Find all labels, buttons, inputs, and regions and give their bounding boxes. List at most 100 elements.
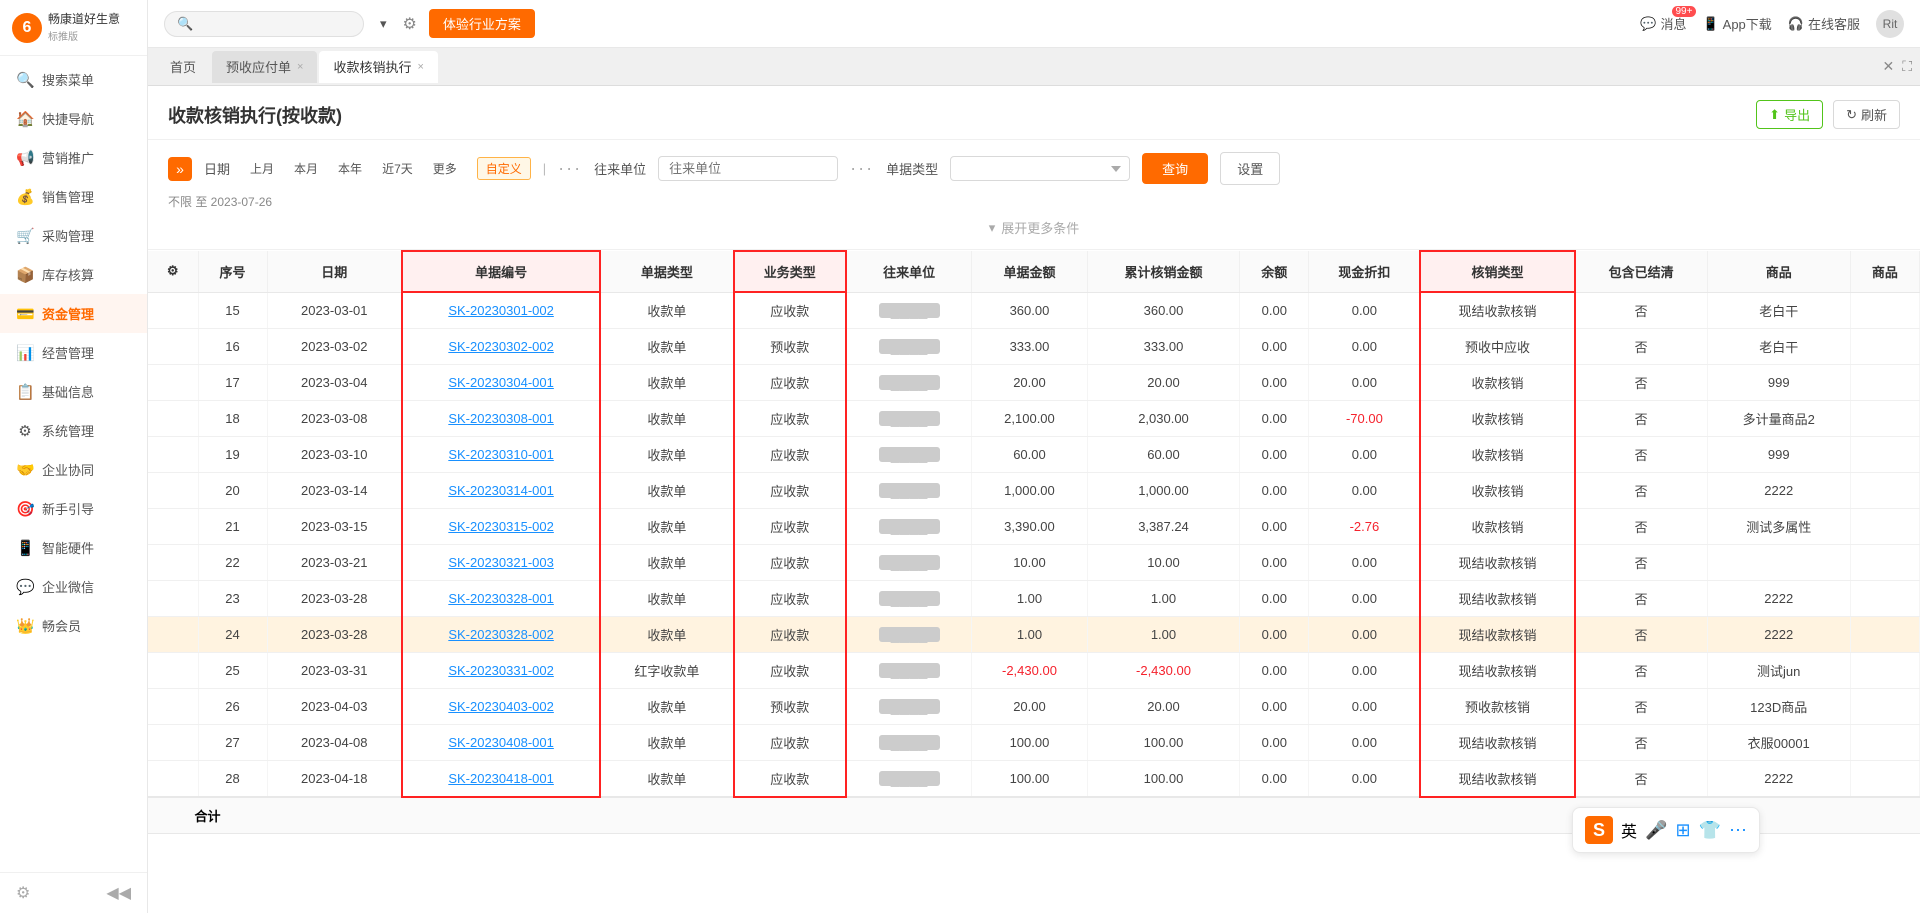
row-doc-no-cell[interactable]: SK-20230403-002: [402, 689, 600, 725]
row-amount-cell: -2,430.00: [972, 653, 1088, 689]
expand-more-row[interactable]: ▾ 展开更多条件: [168, 218, 1900, 237]
row-cash-discount-cell: 0.00: [1309, 761, 1421, 798]
row-doc-no-cell[interactable]: SK-20230321-003: [402, 545, 600, 581]
row-amount-cell: 333.00: [972, 329, 1088, 365]
doc-no-link[interactable]: SK-20230328-001: [448, 591, 554, 606]
sidebar-item-corp-coop[interactable]: 🤝企业协同: [0, 450, 147, 489]
user-avatar[interactable]: Rit: [1876, 10, 1904, 38]
row-amount-cell: 20.00: [972, 365, 1088, 401]
row-cash-discount-cell: 0.00: [1309, 617, 1421, 653]
settings-col-header[interactable]: ⚙: [148, 251, 198, 292]
doc-no-link[interactable]: SK-20230321-003: [448, 555, 554, 570]
date-btn-更多[interactable]: 更多: [425, 158, 465, 179]
row-writeoff-amount-cell: 3,387.24: [1087, 509, 1240, 545]
doc-no-link[interactable]: SK-20230315-002: [448, 519, 554, 534]
date-btn-上月[interactable]: 上月: [242, 158, 282, 179]
row-biz-type-cell: 应收款: [734, 581, 846, 617]
tab-home[interactable]: 首页: [156, 51, 210, 83]
doc-no-link[interactable]: SK-20230301-002: [448, 303, 554, 318]
sidebar-item-smart-hw[interactable]: 📱智能硬件: [0, 528, 147, 567]
row-date-cell: 2023-03-02: [267, 329, 402, 365]
sidebar-item-sales-mgmt[interactable]: 💰销售管理: [0, 177, 147, 216]
topbar-dropdown[interactable]: ▾: [376, 16, 387, 32]
app-download-button[interactable]: 📱 App下载: [1702, 14, 1771, 33]
voucher-type-select[interactable]: 收款单 红字收款单: [950, 156, 1130, 181]
sidebar-item-inventory[interactable]: 📦库存核算: [0, 255, 147, 294]
writeoff-type-col-header: 核销类型: [1420, 251, 1574, 292]
row-doc-type-cell: 收款单: [600, 545, 733, 581]
tab-close-prepay[interactable]: ×: [297, 61, 303, 73]
sales-mgmt-icon: 💰: [16, 188, 34, 206]
sidebar-item-marketing[interactable]: 📢营销推广: [0, 138, 147, 177]
row-writeoff-type-cell: 预收款核销: [1420, 689, 1574, 725]
row-writeoff-type-cell: 收款核销: [1420, 437, 1574, 473]
custom-date-button[interactable]: 自定义: [477, 157, 531, 180]
doc-no-link[interactable]: SK-20230328-002: [448, 627, 554, 642]
row-doc-no-cell[interactable]: SK-20230328-002: [402, 617, 600, 653]
sidebar-item-basic-info[interactable]: 📋基础信息: [0, 372, 147, 411]
export-button[interactable]: ⬆ 导出: [1756, 100, 1823, 129]
doc-no-link[interactable]: SK-20230304-001: [448, 375, 554, 390]
sidebar-item-search-menu[interactable]: 🔍搜索菜单: [0, 60, 147, 99]
sidebar-item-new-guide[interactable]: 🎯新手引导: [0, 489, 147, 528]
row-product-cell: 测试jun: [1707, 653, 1850, 689]
table-row: 15 2023-03-01 SK-20230301-002 收款单 应收款 ██…: [148, 292, 1920, 329]
doc-no-link[interactable]: SK-20230418-001: [448, 771, 554, 786]
counterparty-value: ████: [879, 303, 940, 318]
filter-expand-button[interactable]: »: [168, 157, 192, 181]
doc-no-link[interactable]: SK-20230302-002: [448, 339, 554, 354]
doc-no-link[interactable]: SK-20230308-001: [448, 411, 554, 426]
sidebar-item-quick-nav[interactable]: 🏠快捷导航: [0, 99, 147, 138]
sidebar-item-sys-mgmt[interactable]: ⚙系统管理: [0, 411, 147, 450]
date-filter-label: 日期: [204, 159, 230, 178]
doc-no-link[interactable]: SK-20230408-001: [448, 735, 554, 750]
row-doc-no-cell[interactable]: SK-20230315-002: [402, 509, 600, 545]
counterparty-col-header: 往来单位: [846, 251, 972, 292]
row-amount-cell: 20.00: [972, 689, 1088, 725]
settings-button[interactable]: 设置: [1220, 152, 1280, 185]
query-button[interactable]: 查询: [1142, 153, 1208, 184]
row-biz-type-cell: 应收款: [734, 365, 846, 401]
tab-close-writeoff[interactable]: ×: [417, 61, 423, 73]
row-doc-no-cell[interactable]: SK-20230308-001: [402, 401, 600, 437]
settings-footer-icon[interactable]: ⚙: [16, 883, 30, 903]
refresh-button[interactable]: ↻ 刷新: [1833, 100, 1900, 129]
counterparty-input[interactable]: [658, 156, 838, 181]
row-doc-no-cell[interactable]: SK-20230301-002: [402, 292, 600, 329]
row-doc-no-cell[interactable]: SK-20230328-001: [402, 581, 600, 617]
topbar-search[interactable]: 🔍: [164, 11, 364, 37]
date-btn-本年[interactable]: 本年: [330, 158, 370, 179]
date-btn-本月[interactable]: 本月: [286, 158, 326, 179]
tab-maximize-button[interactable]: ⛶: [1902, 58, 1912, 75]
doc-no-link[interactable]: SK-20230310-001: [448, 447, 554, 462]
tab-writeoff[interactable]: 收款核销执行×: [319, 51, 437, 83]
sidebar-item-finance-mgmt[interactable]: 💳资金管理: [0, 294, 147, 333]
doc-no-link[interactable]: SK-20230314-001: [448, 483, 554, 498]
row-doc-no-cell[interactable]: SK-20230314-001: [402, 473, 600, 509]
sidebar-item-ops-mgmt[interactable]: 📊经营管理: [0, 333, 147, 372]
tab-close-window-button[interactable]: ✕: [1882, 58, 1894, 75]
row-doc-no-cell[interactable]: SK-20230418-001: [402, 761, 600, 798]
row-doc-no-cell[interactable]: SK-20230331-002: [402, 653, 600, 689]
row-doc-no-cell[interactable]: SK-20230304-001: [402, 365, 600, 401]
collapse-icon[interactable]: ◀◀: [106, 883, 131, 903]
online-service-button[interactable]: 🎧 在线客服: [1788, 14, 1860, 33]
row-doc-no-cell[interactable]: SK-20230310-001: [402, 437, 600, 473]
sidebar-item-corp-wechat[interactable]: 💬企业微信: [0, 567, 147, 606]
row-doc-no-cell[interactable]: SK-20230302-002: [402, 329, 600, 365]
industry-solution-button[interactable]: 体验行业方案: [429, 9, 535, 38]
doc-no-link[interactable]: SK-20230403-002: [448, 699, 554, 714]
headset-icon: 🎧: [1788, 16, 1804, 32]
row-cash-discount-cell: 0.00: [1309, 329, 1421, 365]
row-biz-type-cell: 应收款: [734, 617, 846, 653]
message-button[interactable]: 💬 消息 99+: [1640, 14, 1686, 33]
sidebar-item-purchase-mgmt[interactable]: 🛒采购管理: [0, 216, 147, 255]
row-doc-no-cell[interactable]: SK-20230408-001: [402, 725, 600, 761]
doc-no-link[interactable]: SK-20230331-002: [448, 663, 554, 678]
sidebar-item-vip-member[interactable]: 👑畅会员: [0, 606, 147, 645]
row-no-cell: 21: [198, 509, 267, 545]
topbar-gear-icon[interactable]: ⚙: [403, 14, 417, 34]
tab-prepay[interactable]: 预收应付单×: [212, 51, 317, 83]
row-product-cell: 老白干: [1707, 292, 1850, 329]
date-btn-近7天[interactable]: 近7天: [374, 158, 421, 179]
